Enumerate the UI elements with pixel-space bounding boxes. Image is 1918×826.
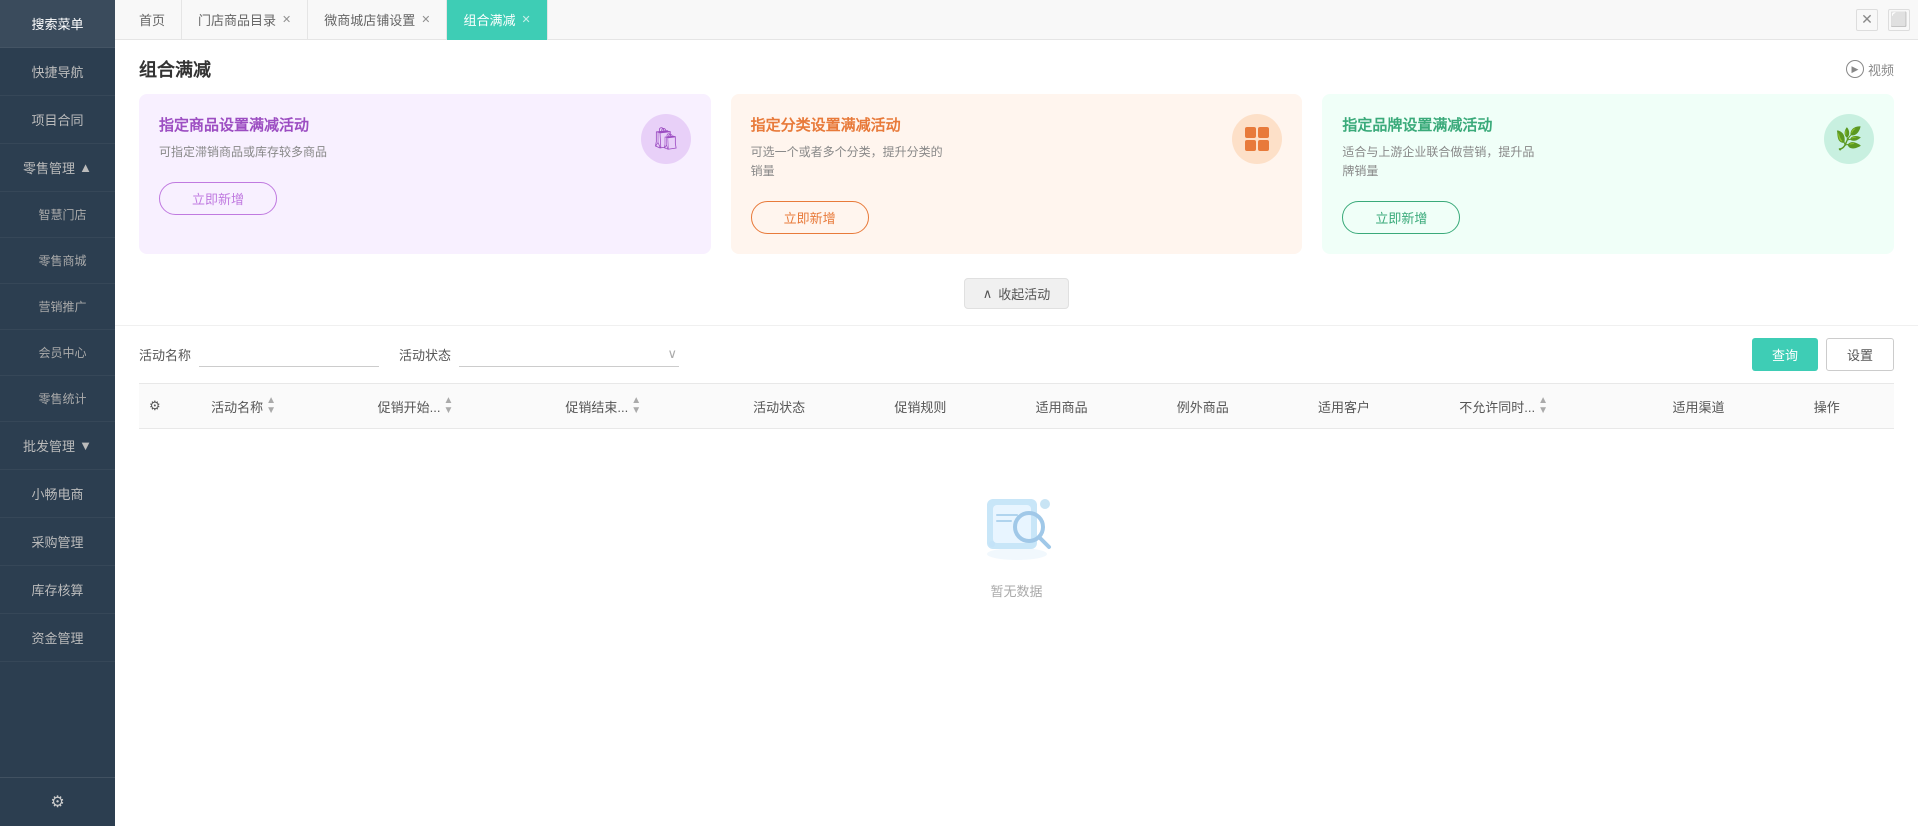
th-promo-end: 促销结束... ▲▼ <box>555 384 743 429</box>
main-area: 首页 门店商品目录 ✕ 微商城店铺设置 ✕ 组合满减 ✕ ✕ ⬜ 组合满减 <box>115 0 1918 826</box>
activity-card-category: 指定分类设置满减活动 可选一个或者多个分类，提升分类的销量 立即新增 <box>731 94 1303 254</box>
card-brand-add-button[interactable]: 立即新增 <box>1342 201 1460 234</box>
card-goods-desc: 可指定滞销商品或库存较多商品 <box>159 143 359 162</box>
sidebar-item-smart-store[interactable]: 智慧门店 <box>0 192 115 238</box>
card-goods-title: 指定商品设置满减活动 <box>159 114 691 135</box>
window-maximize-button[interactable]: ⬜ <box>1888 9 1910 31</box>
filter-activity-name: 活动名称 <box>139 343 379 367</box>
th-settings[interactable]: ⚙ <box>139 384 201 429</box>
sidebar-item-quick-nav[interactable]: 快捷导航 <box>0 48 115 96</box>
tab-close-combo-discount[interactable]: ✕ <box>522 13 531 26</box>
tabs-bar: 首页 门店商品目录 ✕ 微商城店铺设置 ✕ 组合满减 ✕ ✕ ⬜ <box>115 0 1918 40</box>
collapse-bar: ∧ 收起活动 <box>115 270 1918 325</box>
sort-icon-activity-name: ▲▼ <box>266 396 276 416</box>
sort-icon-promo-start: ▲▼ <box>443 396 453 416</box>
chevron-down-icon: ▼ <box>79 438 92 453</box>
empty-text: 暂无数据 <box>990 581 1042 600</box>
page-title: 组合满减 <box>139 56 211 82</box>
table-container: ⚙ 活动名称 ▲▼ 促销开始... ▲▼ <box>115 383 1918 620</box>
tab-close-wechat-shop[interactable]: ✕ <box>421 13 430 26</box>
tab-combo-discount[interactable]: 组合满减 ✕ <box>447 0 547 40</box>
tab-store-catalog[interactable]: 门店商品目录 ✕ <box>182 0 308 40</box>
filter-bar: 活动名称 活动状态 ∨ 查询 设置 <box>115 325 1918 383</box>
filter-activity-status: 活动状态 ∨ <box>399 342 679 367</box>
th-excluded-goods: 例外商品 <box>1167 384 1308 429</box>
query-button[interactable]: 查询 <box>1752 338 1818 371</box>
video-icon: ▶ <box>1846 60 1864 78</box>
tab-close-store-catalog[interactable]: ✕ <box>282 13 291 26</box>
filter-actions: 查询 设置 <box>1752 338 1894 371</box>
activity-card-brand: 指定品牌设置满减活动 🌿 适合与上游企业联合做营销，提升品牌销量 立即新增 <box>1322 94 1894 254</box>
sort-icon-concurrent: ▲▼ <box>1538 396 1548 416</box>
collapse-activity-button[interactable]: ∧ 收起活动 <box>964 278 1070 309</box>
filter-activity-status-select[interactable]: ∨ <box>459 342 679 367</box>
video-link[interactable]: ▶ 视频 <box>1846 60 1894 79</box>
settings-gear-icon: ⚙ <box>50 794 64 811</box>
chevron-up-icon-collapse: ∧ <box>983 286 993 302</box>
card-brand-icon: 🌿 <box>1824 114 1874 164</box>
th-activity-name: 活动名称 ▲▼ <box>201 384 368 429</box>
empty-illustration <box>967 469 1067 569</box>
sidebar-item-xiaochangec[interactable]: 小畅电商 <box>0 470 115 518</box>
table-settings-icon: ⚙ <box>149 398 161 413</box>
card-category-title: 指定分类设置满减活动 <box>751 114 1283 135</box>
th-not-allow-concurrent: 不允许同时... ▲▼ <box>1449 384 1662 429</box>
th-applicable-goods: 适用商品 <box>1026 384 1167 429</box>
sidebar-item-marketing[interactable]: 营销推广 <box>0 284 115 330</box>
window-actions: ✕ ⬜ <box>1856 9 1910 31</box>
activity-card-goods: 指定商品设置满减活动 🛍 可指定滞销商品或库存较多商品 立即新增 <box>139 94 711 254</box>
tab-home[interactable]: 首页 <box>123 0 182 40</box>
sidebar-item-project-contract[interactable]: 项目合同 <box>0 96 115 144</box>
sidebar-item-purchase-mgmt[interactable]: 采购管理 <box>0 518 115 566</box>
tab-wechat-shop-settings[interactable]: 微商城店铺设置 ✕ <box>308 0 447 40</box>
page-header: 组合满减 ▶ 视频 <box>115 40 1918 94</box>
window-close-button[interactable]: ✕ <box>1856 9 1878 31</box>
filter-activity-name-label: 活动名称 <box>139 345 191 364</box>
card-category-desc: 可选一个或者多个分类，提升分类的销量 <box>751 143 951 181</box>
card-brand-desc: 适合与上游企业联合做营销，提升品牌销量 <box>1342 143 1542 181</box>
chevron-up-icon: ▲ <box>79 160 92 175</box>
th-promo-start: 促销开始... ▲▼ <box>368 384 556 429</box>
empty-state: 暂无数据 <box>139 429 1894 620</box>
chevron-down-icon-select: ∨ <box>668 346 678 362</box>
sidebar: 搜索菜单 快捷导航 项目合同 零售管理 ▲ 智慧门店 零售商城 营销推广 会员中… <box>0 0 115 826</box>
sidebar-item-retail-stats[interactable]: 零售统计 <box>0 376 115 422</box>
card-goods-add-button[interactable]: 立即新增 <box>159 182 277 215</box>
table-header: ⚙ 活动名称 ▲▼ 促销开始... ▲▼ <box>139 384 1894 429</box>
empty-svg <box>967 469 1067 569</box>
sidebar-item-wholesale-mgmt[interactable]: 批发管理 ▼ <box>0 422 115 470</box>
activity-cards-container: 指定商品设置满减活动 🛍 可指定滞销商品或库存较多商品 立即新增 指定分类设置满… <box>115 94 1918 270</box>
sidebar-item-retail-mall[interactable]: 零售商城 <box>0 238 115 284</box>
sidebar-settings[interactable]: ⚙ <box>0 777 115 826</box>
sidebar-item-inventory-calc[interactable]: 库存核算 <box>0 566 115 614</box>
th-promo-rule: 促销规则 <box>884 384 1025 429</box>
settings-button[interactable]: 设置 <box>1826 338 1894 371</box>
filter-activity-status-label: 活动状态 <box>399 345 451 364</box>
filter-activity-name-input[interactable] <box>199 343 379 367</box>
data-table: ⚙ 活动名称 ▲▼ 促销开始... ▲▼ <box>139 383 1894 429</box>
card-goods-icon: 🛍 <box>641 114 691 164</box>
sort-icon-promo-end: ▲▼ <box>631 396 641 416</box>
table-header-row: ⚙ 活动名称 ▲▼ 促销开始... ▲▼ <box>139 384 1894 429</box>
th-activity-status: 活动状态 <box>743 384 884 429</box>
card-brand-title: 指定品牌设置满减活动 <box>1342 114 1874 135</box>
page-content: 组合满减 ▶ 视频 指定商品设置满减活动 🛍 可指定滞销商品或库存较多商品 立即… <box>115 40 1918 826</box>
sidebar-item-retail-mgmt[interactable]: 零售管理 ▲ <box>0 144 115 192</box>
sidebar-item-finance-mgmt[interactable]: 资金管理 <box>0 614 115 662</box>
card-category-add-button[interactable]: 立即新增 <box>751 201 869 234</box>
th-applicable-channel: 适用渠道 <box>1662 384 1803 429</box>
sidebar-search[interactable]: 搜索菜单 <box>0 0 115 48</box>
card-category-icon <box>1232 114 1282 164</box>
th-applicable-customer: 适用客户 <box>1308 384 1449 429</box>
th-operation: 操作 <box>1804 384 1894 429</box>
sidebar-item-member-center[interactable]: 会员中心 <box>0 330 115 376</box>
